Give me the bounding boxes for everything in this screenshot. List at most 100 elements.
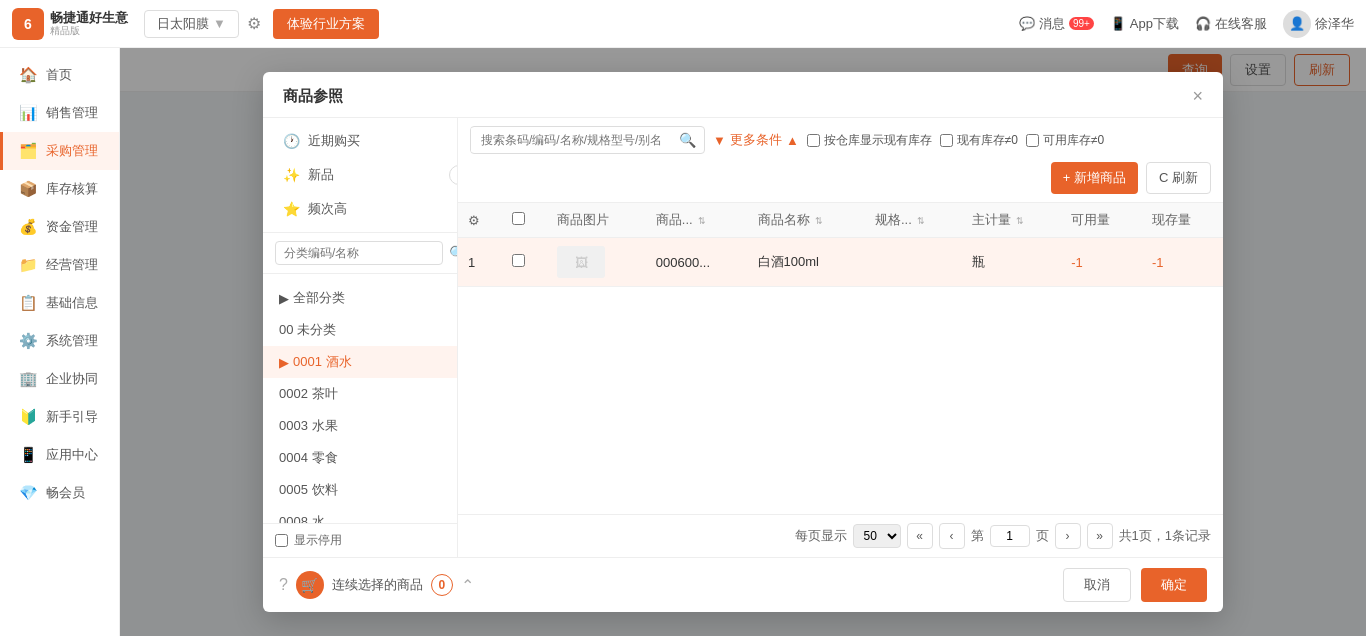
sidebar-item-inventory[interactable]: 📦 库存核算: [0, 170, 119, 208]
col-spec[interactable]: 规格... ⇅: [865, 203, 962, 238]
online-service-item[interactable]: 🎧 在线客服: [1195, 15, 1267, 33]
home-icon: 🏠: [19, 66, 38, 84]
messages-badge: 99+: [1069, 17, 1094, 30]
sidebar-label-finance: 资金管理: [46, 218, 98, 236]
row-index: 1: [458, 238, 502, 287]
col-available-label: 可用量: [1071, 212, 1110, 227]
col-gear[interactable]: ⚙: [458, 203, 502, 238]
usable-neq0-label: 可用库存≠0: [1043, 132, 1104, 149]
category-search-input[interactable]: [275, 241, 443, 265]
logo-area: 6 畅捷通好生意 精品版: [12, 8, 128, 40]
nav-dropdown[interactable]: 日太阳膜 ▼: [144, 10, 239, 38]
messages-nav-item[interactable]: 💬 消息 99+: [1019, 15, 1094, 33]
category-item-snack[interactable]: 0004 零食: [263, 442, 457, 474]
left-top-nav: 🕐 近期购买 ✨ 新品 ⭐ 频次高 《: [263, 118, 457, 233]
checkbox-by-warehouse[interactable]: 按仓库显示现有库存: [807, 132, 932, 149]
page-size-select[interactable]: 50: [853, 524, 901, 548]
gear-icon[interactable]: ⚙: [247, 14, 261, 33]
main-layout: 🏠 首页 📊 销售管理 🗂️ 采购管理 📦 库存核算 💰 资金管理 📁 经营管理…: [0, 48, 1366, 636]
category-label-snack: 0004 零食: [279, 449, 338, 467]
sidebar-label-system: 系统管理: [46, 332, 98, 350]
sidebar-item-appstore[interactable]: 📱 应用中心: [0, 436, 119, 474]
sidebar-item-finance[interactable]: 💰 资金管理: [0, 208, 119, 246]
top-nav: 6 畅捷通好生意 精品版 日太阳膜 ▼ ⚙ 体验行业方案 💬 消息 99+ 📱 …: [0, 0, 1366, 48]
checkbox-usable-neq0[interactable]: 可用库存≠0: [1026, 132, 1104, 149]
by-warehouse-checkbox[interactable]: [807, 134, 820, 147]
sidebar-item-enterprise[interactable]: 🏢 企业协同: [0, 360, 119, 398]
close-icon[interactable]: ×: [1192, 86, 1203, 107]
category-item-wine[interactable]: ▶ 0001 酒水: [263, 346, 457, 378]
sidebar-item-member[interactable]: 💎 畅会员: [0, 474, 119, 512]
sidebar-item-guide[interactable]: 🔰 新手引导: [0, 398, 119, 436]
row-checkbox-cell[interactable]: [502, 238, 547, 287]
sidebar-item-system[interactable]: ⚙️ 系统管理: [0, 322, 119, 360]
product-search-button[interactable]: 🔍: [671, 127, 704, 153]
category-item-unclassified[interactable]: 00 未分类: [263, 314, 457, 346]
category-label-water: 0008 水: [279, 513, 325, 523]
expand-icon[interactable]: ⌃: [461, 576, 474, 595]
nav-new-products[interactable]: ✨ 新品: [275, 160, 445, 190]
show-disabled-label: 显示停用: [294, 532, 342, 549]
table-row[interactable]: 1 🖼 000600... 白酒100ml: [458, 238, 1223, 287]
category-item-all[interactable]: ▶ 全部分类: [263, 282, 457, 314]
category-search-icon[interactable]: 🔍: [449, 245, 458, 261]
add-product-button[interactable]: + 新增商品: [1051, 162, 1138, 194]
product-search-input[interactable]: [471, 128, 671, 152]
sales-icon: 📊: [19, 104, 38, 122]
col-name[interactable]: 商品名称 ⇅: [748, 203, 865, 238]
page-label: 第: [971, 527, 984, 545]
modal-overlay: 商品参照 × 🕐 近期购买 ✨ 新: [120, 48, 1366, 636]
prev-page-button[interactable]: ‹: [939, 523, 965, 549]
logo-text: 畅捷通好生意 精品版: [50, 10, 128, 38]
modal-body: 🕐 近期购买 ✨ 新品 ⭐ 频次高 《: [263, 118, 1223, 557]
nav-recent-purchases[interactable]: 🕐 近期购买: [275, 126, 445, 156]
sidebar-item-business[interactable]: 📁 经营管理: [0, 246, 119, 284]
next-page-button[interactable]: ›: [1055, 523, 1081, 549]
sidebar-label-basic: 基础信息: [46, 294, 98, 312]
help-icon[interactable]: ?: [279, 576, 288, 594]
arrow-icon-all: ▶: [279, 291, 289, 306]
show-disabled-checkbox[interactable]: [275, 534, 288, 547]
messages-label: 消息: [1039, 15, 1065, 33]
sidebar-item-sales[interactable]: 📊 销售管理: [0, 94, 119, 132]
sidebar-item-basic[interactable]: 📋 基础信息: [0, 284, 119, 322]
sidebar-label-sales: 销售管理: [46, 104, 98, 122]
col-stock[interactable]: 现存量: [1142, 203, 1223, 238]
cancel-button[interactable]: 取消: [1063, 568, 1131, 602]
category-item-tea[interactable]: 0002 茶叶: [263, 378, 457, 410]
collapse-button[interactable]: 《: [449, 165, 458, 185]
confirm-button[interactable]: 确定: [1141, 568, 1207, 602]
first-page-button[interactable]: «: [907, 523, 933, 549]
category-item-beverage[interactable]: 0005 饮料: [263, 474, 457, 506]
filter-button[interactable]: ▼ 更多条件 ▲: [713, 131, 799, 149]
cart-icon[interactable]: 🛒: [296, 571, 324, 599]
app-download-label: App下载: [1130, 15, 1179, 33]
experience-button[interactable]: 体验行业方案: [273, 9, 379, 39]
usable-neq0-checkbox[interactable]: [1026, 134, 1039, 147]
reload-button[interactable]: C 刷新: [1146, 162, 1211, 194]
col-unit[interactable]: 主计量 ⇅: [962, 203, 1062, 238]
category-item-fruit[interactable]: 0003 水果: [263, 410, 457, 442]
col-checkbox[interactable]: [502, 203, 547, 238]
category-label-beverage: 0005 饮料: [279, 481, 338, 499]
category-label-wine: 0001 酒水: [293, 353, 352, 371]
category-label-fruit: 0003 水果: [279, 417, 338, 435]
select-all-checkbox[interactable]: [512, 212, 525, 225]
sidebar-item-purchase[interactable]: 🗂️ 采购管理: [0, 132, 119, 170]
row-checkbox[interactable]: [512, 254, 525, 267]
row-available: -1: [1061, 238, 1142, 287]
col-available[interactable]: 可用量: [1061, 203, 1142, 238]
continuous-label: 连续选择的商品: [332, 576, 423, 594]
user-profile-item[interactable]: 👤 徐泽华: [1283, 10, 1354, 38]
checkbox-available-neq0[interactable]: 现有库存≠0: [940, 132, 1018, 149]
sidebar-item-home[interactable]: 🏠 首页: [0, 56, 119, 94]
available-neq0-checkbox[interactable]: [940, 134, 953, 147]
basic-icon: 📋: [19, 294, 38, 312]
category-label-all: 全部分类: [293, 289, 345, 307]
nav-high-frequency[interactable]: ⭐ 频次高: [275, 194, 445, 224]
last-page-button[interactable]: »: [1087, 523, 1113, 549]
page-number-input[interactable]: [990, 525, 1030, 547]
col-code[interactable]: 商品... ⇅: [646, 203, 748, 238]
app-download-item[interactable]: 📱 App下载: [1110, 15, 1179, 33]
category-item-water[interactable]: 0008 水: [263, 506, 457, 523]
